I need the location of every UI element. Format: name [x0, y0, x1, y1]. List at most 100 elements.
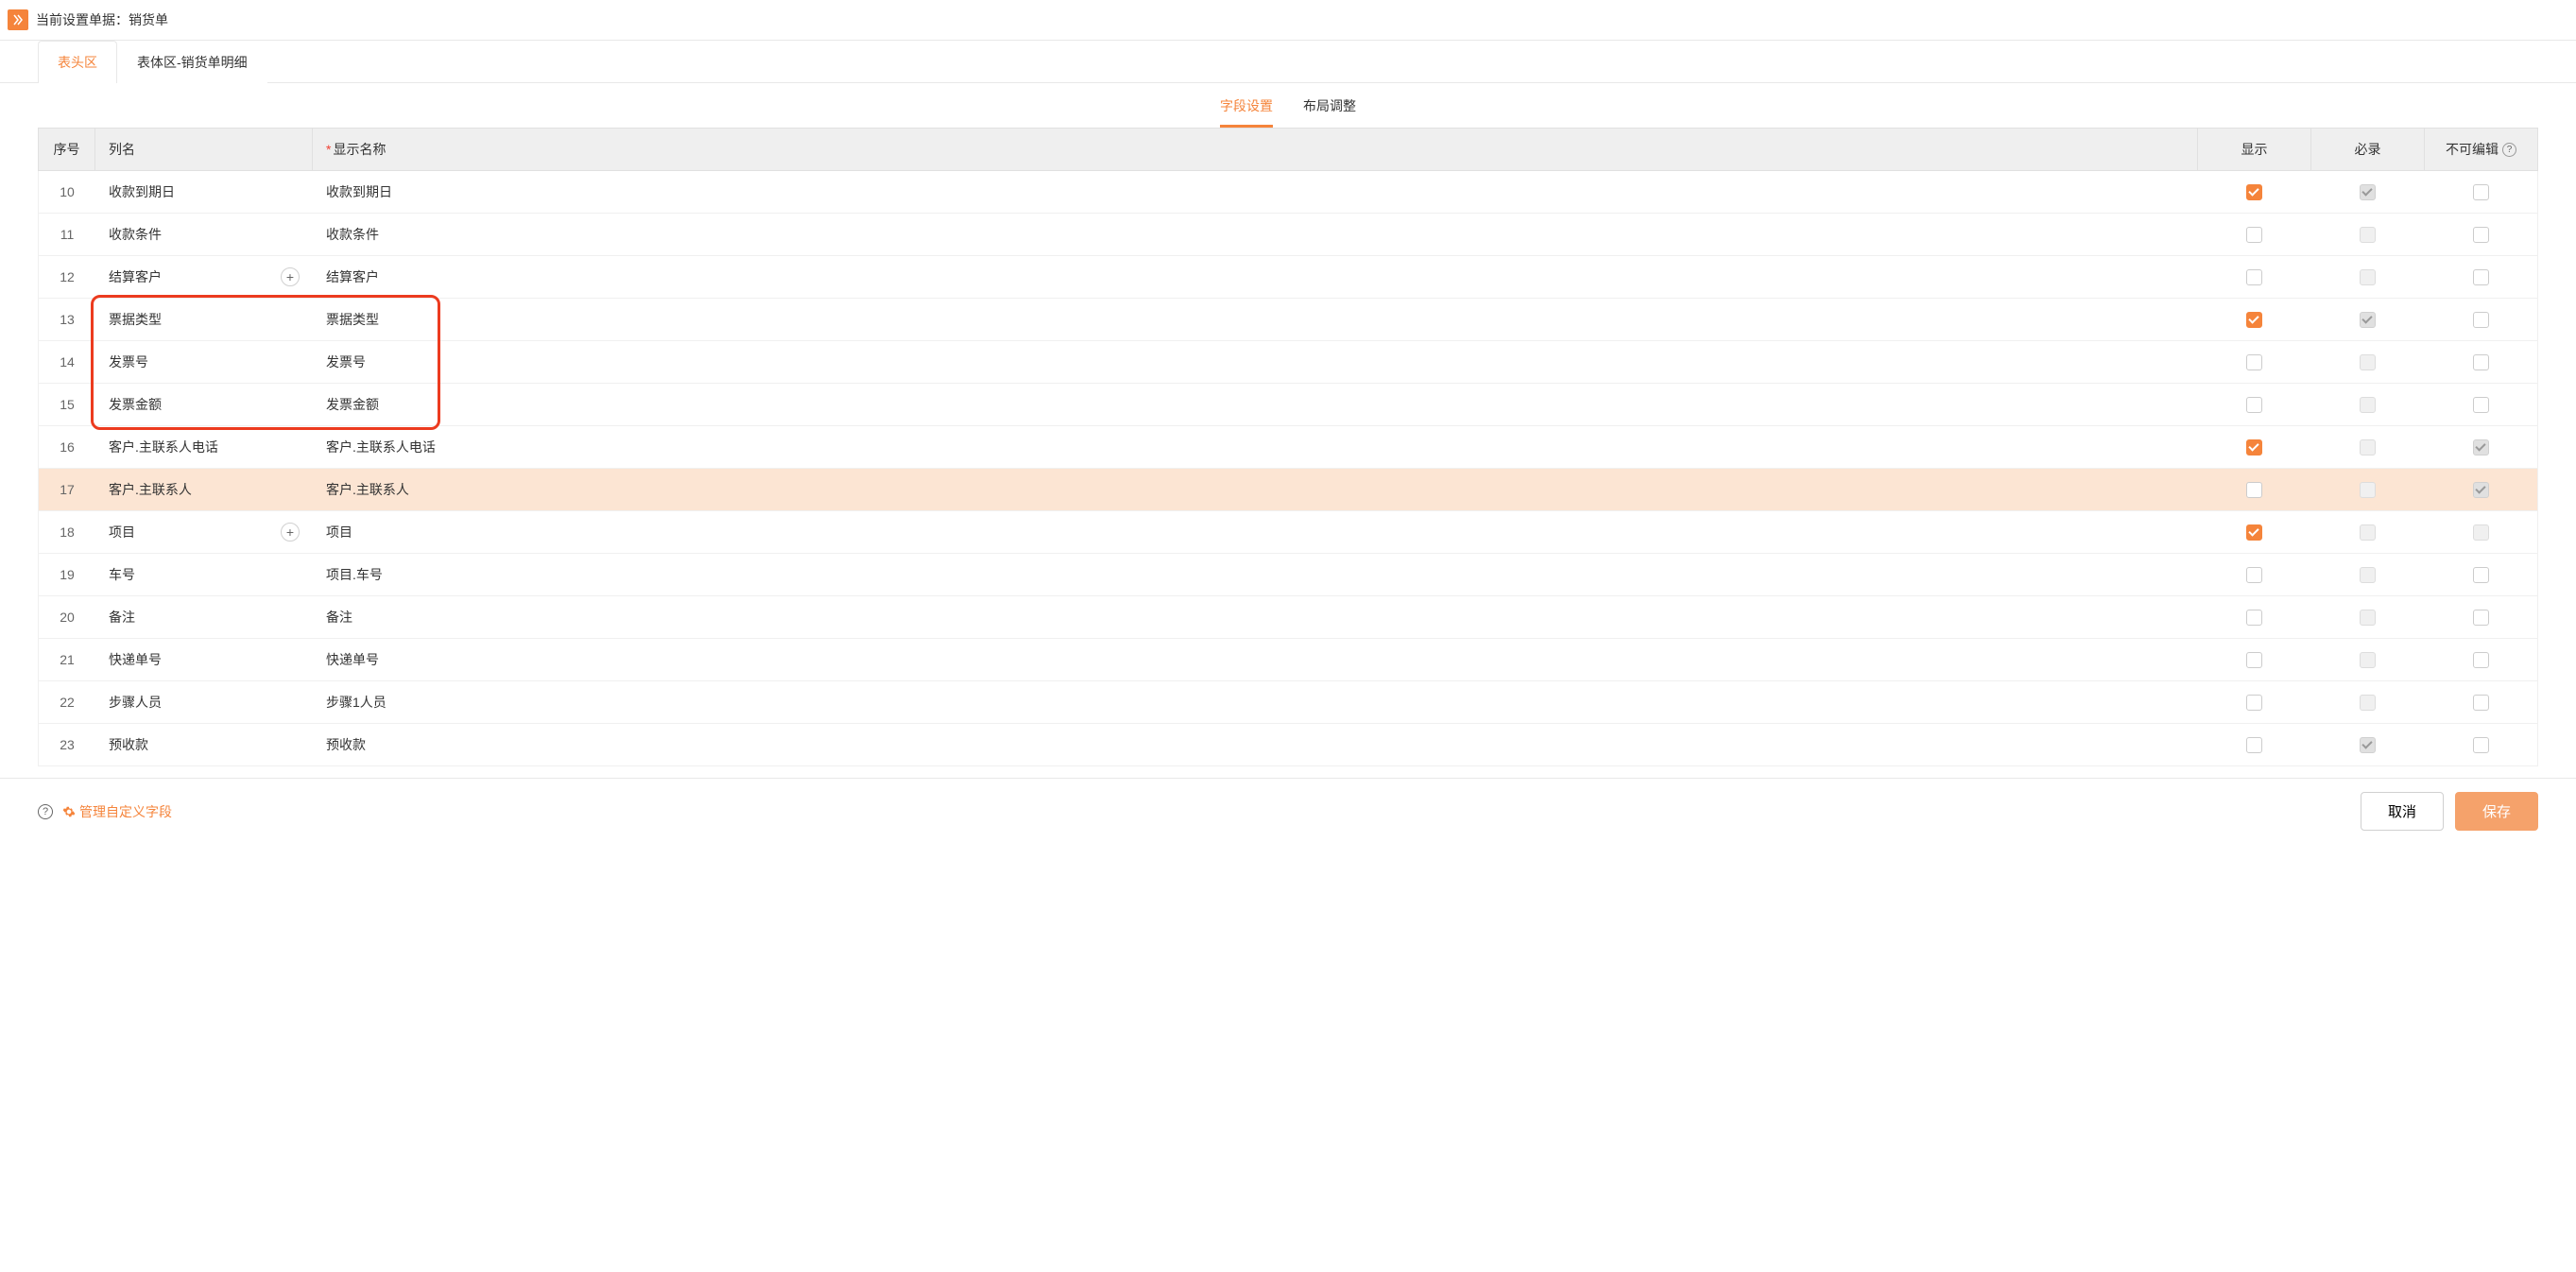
help-icon[interactable]: ? — [38, 804, 53, 819]
table-row: 20备注备注 — [39, 596, 2537, 639]
sub-tabs: 字段设置布局调整 — [0, 83, 2576, 128]
col-header-readonly: 不可编辑? — [2424, 129, 2537, 170]
row-display-name[interactable]: 发票号 — [313, 341, 2197, 383]
row-show-cell — [2197, 596, 2310, 638]
checkbox[interactable] — [2246, 269, 2262, 285]
row-display-name[interactable]: 结算客户 — [313, 256, 2197, 298]
checkbox[interactable] — [2473, 610, 2489, 626]
checkbox[interactable] — [2473, 397, 2489, 413]
checkbox[interactable] — [2473, 567, 2489, 583]
checkbox[interactable] — [2473, 184, 2489, 200]
checkbox[interactable] — [2246, 610, 2262, 626]
table-row: 15发票金额发票金额 — [39, 384, 2537, 426]
sub-tab[interactable]: 字段设置 — [1220, 96, 1273, 128]
row-display-name[interactable]: 票据类型 — [313, 299, 2197, 340]
row-column-name: 收款条件 — [95, 214, 313, 255]
row-display-name[interactable]: 步骤1人员 — [313, 681, 2197, 723]
manage-custom-fields-link[interactable]: 管理自定义字段 — [62, 802, 172, 821]
row-display-name[interactable]: 快递单号 — [313, 639, 2197, 680]
row-show-cell — [2197, 681, 2310, 723]
col-header-required: 必录 — [2310, 129, 2424, 170]
table-row: 16客户.主联系人电话客户.主联系人电话 — [39, 426, 2537, 469]
row-required-cell — [2310, 384, 2424, 425]
row-index: 19 — [39, 554, 95, 595]
help-icon[interactable]: ? — [2502, 143, 2516, 157]
row-index: 16 — [39, 426, 95, 468]
row-display-name[interactable]: 客户.主联系人电话 — [313, 426, 2197, 468]
row-show-cell — [2197, 299, 2310, 340]
add-sub-field-button[interactable]: + — [281, 267, 300, 286]
checkbox[interactable] — [2473, 695, 2489, 711]
footer-bar: ? 管理自定义字段 取消 保存 — [0, 778, 2576, 844]
checkbox[interactable] — [2246, 439, 2262, 456]
checkbox[interactable] — [2246, 524, 2262, 541]
primary-tab[interactable]: 表体区-销货单明细 — [117, 41, 267, 83]
row-required-cell — [2310, 171, 2424, 213]
row-index: 11 — [39, 214, 95, 255]
row-index: 15 — [39, 384, 95, 425]
checkbox[interactable] — [2473, 652, 2489, 668]
row-display-name[interactable]: 预收款 — [313, 724, 2197, 765]
checkbox[interactable] — [2246, 354, 2262, 370]
row-column-name: 收款到期日 — [95, 171, 313, 213]
checkbox — [2473, 482, 2489, 498]
chevron-right-icon — [12, 14, 24, 26]
row-required-cell — [2310, 554, 2424, 595]
row-show-cell — [2197, 554, 2310, 595]
primary-tab[interactable]: 表头区 — [38, 41, 117, 83]
row-column-name: 客户.主联系人电话 — [95, 426, 313, 468]
table-row: 13票据类型票据类型 — [39, 299, 2537, 341]
row-readonly-cell — [2424, 681, 2537, 723]
checkbox — [2360, 227, 2376, 243]
checkbox[interactable] — [2246, 312, 2262, 328]
row-show-cell — [2197, 256, 2310, 298]
table-row: 21快递单号快递单号 — [39, 639, 2537, 681]
row-required-cell — [2310, 724, 2424, 765]
row-display-name[interactable]: 备注 — [313, 596, 2197, 638]
checkbox[interactable] — [2246, 184, 2262, 200]
row-index: 23 — [39, 724, 95, 765]
row-required-cell — [2310, 469, 2424, 510]
row-display-name[interactable]: 收款到期日 — [313, 171, 2197, 213]
row-column-name: 步骤人员 — [95, 681, 313, 723]
row-readonly-cell — [2424, 724, 2537, 765]
checkbox[interactable] — [2473, 312, 2489, 328]
table-body: 10收款到期日收款到期日11收款条件收款条件12结算客户+结算客户13票据类型票… — [38, 171, 2538, 766]
row-column-name: 快递单号 — [95, 639, 313, 680]
checkbox[interactable] — [2246, 695, 2262, 711]
checkbox — [2360, 184, 2376, 200]
checkbox[interactable] — [2246, 397, 2262, 413]
row-column-name: 发票号 — [95, 341, 313, 383]
row-show-cell — [2197, 639, 2310, 680]
checkbox[interactable] — [2473, 354, 2489, 370]
checkbox[interactable] — [2246, 737, 2262, 753]
cancel-button[interactable]: 取消 — [2361, 792, 2444, 831]
row-show-cell — [2197, 511, 2310, 553]
checkbox[interactable] — [2246, 567, 2262, 583]
checkbox[interactable] — [2246, 652, 2262, 668]
gear-icon — [62, 805, 76, 818]
checkbox[interactable] — [2473, 737, 2489, 753]
row-column-name: 发票金额 — [95, 384, 313, 425]
col-header-index: 序号 — [39, 129, 95, 170]
row-display-name[interactable]: 客户.主联系人 — [313, 469, 2197, 510]
checkbox[interactable] — [2246, 482, 2262, 498]
checkbox — [2473, 524, 2489, 541]
checkbox[interactable] — [2473, 269, 2489, 285]
table-row: 12结算客户+结算客户 — [39, 256, 2537, 299]
row-display-name[interactable]: 发票金额 — [313, 384, 2197, 425]
row-display-name[interactable]: 项目.车号 — [313, 554, 2197, 595]
checkbox[interactable] — [2246, 227, 2262, 243]
add-sub-field-button[interactable]: + — [281, 523, 300, 541]
checkbox[interactable] — [2473, 227, 2489, 243]
save-button[interactable]: 保存 — [2455, 792, 2538, 831]
row-show-cell — [2197, 724, 2310, 765]
row-index: 17 — [39, 469, 95, 510]
row-display-name[interactable]: 收款条件 — [313, 214, 2197, 255]
checkbox — [2360, 354, 2376, 370]
expand-sidebar-button[interactable] — [8, 9, 28, 30]
sub-tab[interactable]: 布局调整 — [1303, 96, 1356, 128]
row-display-name[interactable]: 项目 — [313, 511, 2197, 553]
checkbox — [2360, 397, 2376, 413]
row-index: 12 — [39, 256, 95, 298]
